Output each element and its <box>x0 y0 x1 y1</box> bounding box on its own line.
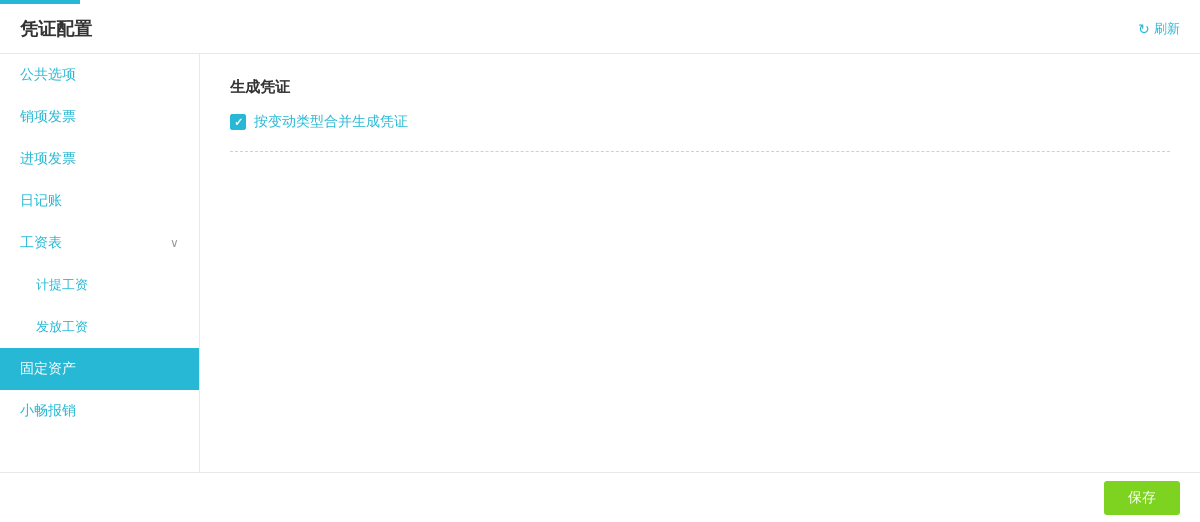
chevron-down-icon: ∨ <box>170 236 179 250</box>
refresh-label: 刷新 <box>1154 20 1180 38</box>
main-layout: 公共选项销项发票进项发票日记账工资表 ∨ 计提工资发放工资固定资产小畅报销 生成凭证… <box>0 54 1200 472</box>
page-title: 凭证配置 <box>20 17 92 41</box>
section-divider <box>230 151 1170 152</box>
checkbox-row: 按变动类型合并生成凭证 <box>230 113 1170 131</box>
sidebar-item-label: 工资表 <box>20 234 62 252</box>
save-button[interactable]: 保存 <box>1104 481 1180 515</box>
sidebar-item-public-options[interactable]: 公共选项 <box>0 54 199 96</box>
sidebar: 公共选项销项发票进项发票日记账工资表 ∨ 计提工资发放工资固定资产小畅报销 <box>0 54 200 472</box>
sidebar-item-label: 日记账 <box>20 192 62 210</box>
sidebar-item-label: 计提工资 <box>36 276 88 294</box>
sidebar-item-label: 固定资产 <box>20 360 76 378</box>
sidebar-item-payroll-table[interactable]: 工资表 ∨ <box>0 222 199 264</box>
sidebar-item-journal[interactable]: 日记账 <box>0 180 199 222</box>
sidebar-item-purchase-invoice[interactable]: 进项发票 <box>0 138 199 180</box>
refresh-icon: ↻ <box>1138 21 1150 37</box>
page-wrapper: 凭证配置 ↻ 刷新 公共选项销项发票进项发票日记账工资表 ∨ 计提工资发放工资固定资… <box>0 0 1200 522</box>
refresh-button[interactable]: ↻ 刷新 <box>1138 20 1180 38</box>
sidebar-item-label: 进项发票 <box>20 150 76 168</box>
content-area: 生成凭证 按变动类型合并生成凭证 <box>200 54 1200 472</box>
sidebar-item-label: 销项发票 <box>20 108 76 126</box>
sidebar-item-expense-report[interactable]: 小畅报销 <box>0 390 199 432</box>
section-title: 生成凭证 <box>230 78 1170 97</box>
sidebar-item-label: 发放工资 <box>36 318 88 336</box>
merge-checkbox[interactable] <box>230 114 246 130</box>
sidebar-item-accrual-salary[interactable]: 计提工资 <box>0 264 199 306</box>
sidebar-item-label: 公共选项 <box>20 66 76 84</box>
top-accent-bar <box>0 0 80 4</box>
page-footer: 保存 <box>0 472 1200 522</box>
sidebar-item-sales-invoice[interactable]: 销项发票 <box>0 96 199 138</box>
sidebar-item-label: 小畅报销 <box>20 402 76 420</box>
page-header: 凭证配置 ↻ 刷新 <box>0 4 1200 54</box>
sidebar-item-fixed-assets[interactable]: 固定资产 <box>0 348 199 390</box>
checkbox-label: 按变动类型合并生成凭证 <box>254 113 408 131</box>
sidebar-item-pay-salary[interactable]: 发放工资 <box>0 306 199 348</box>
